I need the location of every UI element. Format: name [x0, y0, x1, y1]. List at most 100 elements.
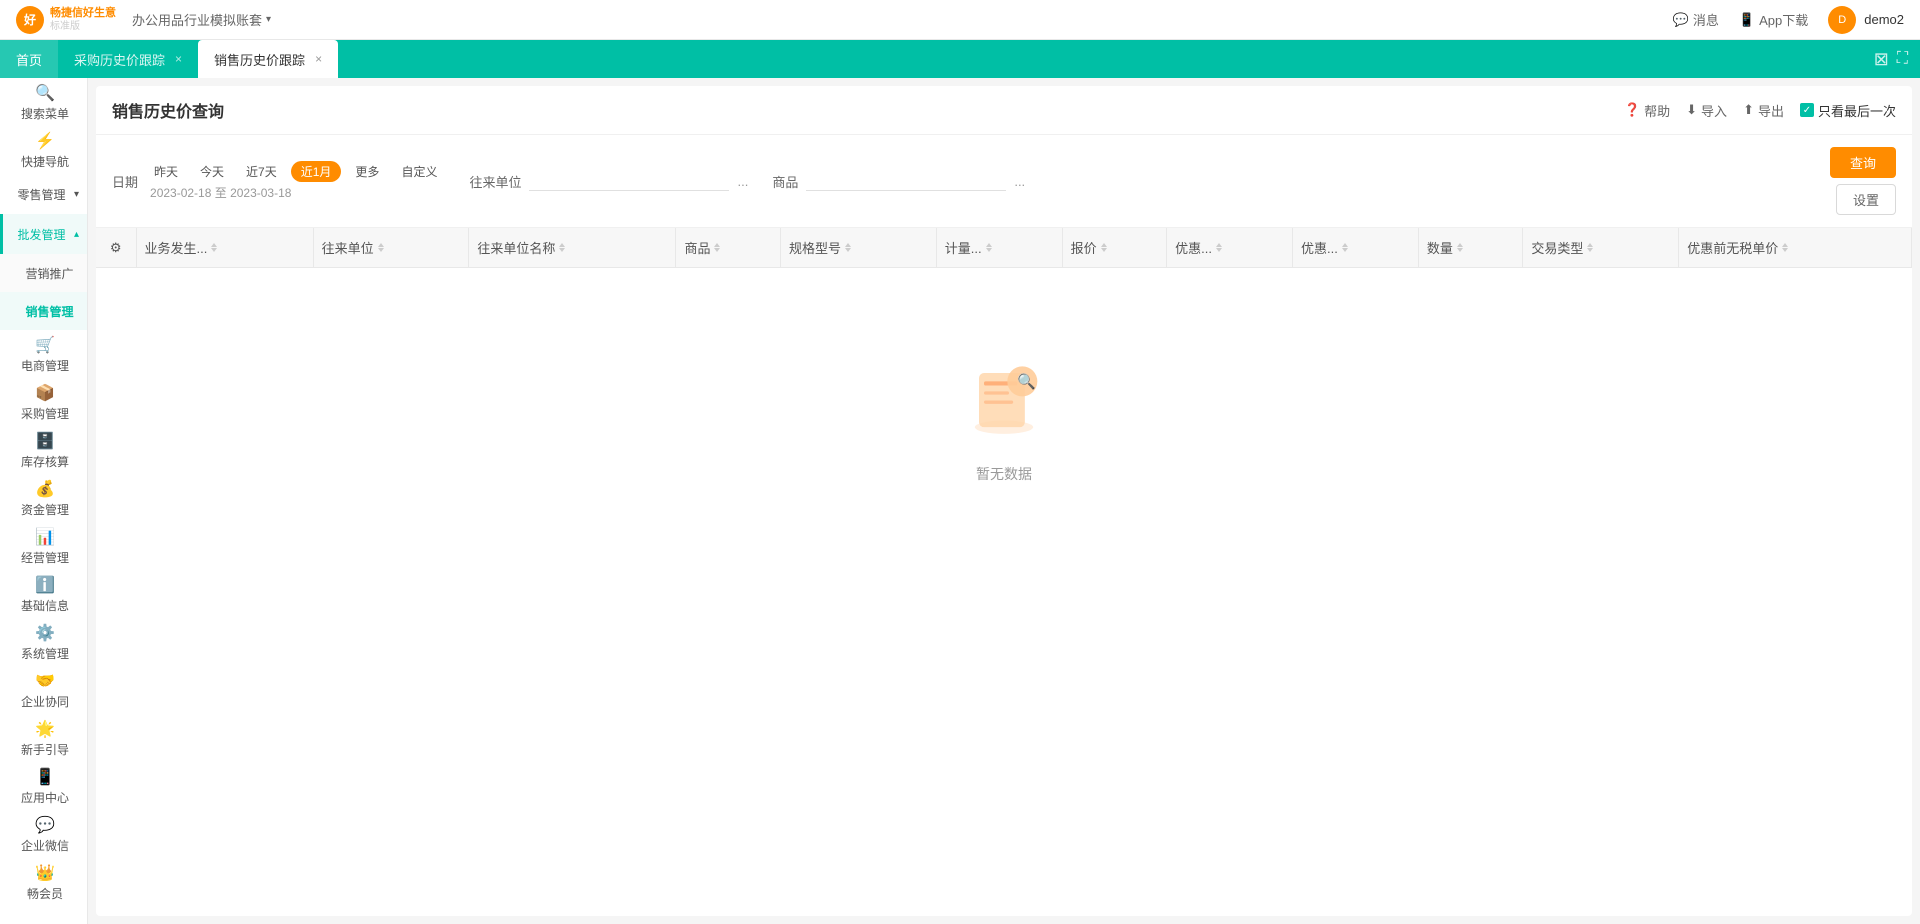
chat-icon: 💬	[1673, 12, 1689, 28]
sidebar-item-purchase-mgmt[interactable]: 📦 采购管理	[0, 378, 87, 426]
sidebar-item-new-guide[interactable]: 🌟 新手引导	[0, 714, 87, 762]
sort-quantity-icon[interactable]	[1457, 243, 1463, 252]
empty-icon: 🔍	[954, 348, 1054, 448]
export-btn[interactable]: ⬆ 导出	[1743, 101, 1784, 120]
table-container: ⚙ 业务发生...	[96, 228, 1912, 916]
date-range: 2023-02-18 至 2023-03-18	[150, 184, 445, 201]
date-btn-last7days[interactable]: 近7天	[238, 161, 285, 182]
sort-pretax-price-icon[interactable]	[1782, 243, 1788, 252]
help-icon: ❓	[1624, 102, 1640, 118]
tab-home[interactable]: 首页	[0, 40, 58, 78]
header-right: 💬 消息 📱 App下载 D demo2	[1673, 6, 1904, 34]
table-col-quantity: 数量	[1418, 228, 1523, 268]
date-filter-buttons: 昨天 今天 近7天 近1月 更多 自定义	[146, 161, 445, 182]
top-header: 好 畅捷信好生意 标准版 办公用品行业模拟账套 ▾ 💬 消息 📱 App下载 D…	[0, 0, 1920, 40]
date-btn-custom[interactable]: 自定义	[393, 161, 445, 182]
sidebar-item-marketing-promo[interactable]: 营销推广	[0, 254, 87, 292]
tab-bar: 首页 采购历史价跟踪 × 销售历史价跟踪 × ⊠ ⛶	[0, 40, 1920, 78]
table-col-counterpart-code: 往来单位	[313, 228, 469, 268]
counterpart-input[interactable]	[529, 171, 729, 191]
sidebar: 🔍 搜索菜单 ⚡ 快捷导航 零售管理 ▾ 批发管理 ▴ 营销推广 销售管理 🛒 …	[0, 78, 88, 924]
wechat-icon: 💬	[35, 815, 55, 835]
sidebar-item-app-center[interactable]: 📱 应用中心	[0, 762, 87, 810]
date-btn-last1month[interactable]: 近1月	[291, 161, 342, 182]
basic-info-icon: ℹ️	[35, 575, 55, 595]
tab-bar-actions: ⊠ ⛶	[1874, 49, 1920, 70]
tab-purchase-history-close[interactable]: ×	[175, 52, 182, 66]
sidebar-item-ecommerce-mgmt[interactable]: 🛒 电商管理	[0, 330, 87, 378]
user-area[interactable]: D demo2	[1828, 6, 1904, 34]
svg-text:🔍: 🔍	[1017, 371, 1036, 390]
quick-nav-icon: ⚡	[35, 131, 55, 151]
counterpart-filter: 往来单位 ...	[469, 171, 748, 191]
help-btn[interactable]: ❓ 帮助	[1624, 101, 1670, 120]
sort-trade-type-icon[interactable]	[1587, 243, 1593, 252]
sort-unit-icon[interactable]	[986, 243, 992, 252]
sidebar-item-ops-mgmt[interactable]: 📊 经营管理	[0, 522, 87, 570]
user-name: demo2	[1864, 12, 1904, 27]
sort-product-icon[interactable]	[714, 243, 720, 252]
sidebar-item-sales-mgmt[interactable]: 销售管理	[0, 292, 87, 330]
import-btn[interactable]: ⬇ 导入	[1686, 101, 1727, 120]
sidebar-item-wholesale-mgmt[interactable]: 批发管理 ▴	[0, 214, 87, 254]
tab-close-all-icon[interactable]: ⊠	[1874, 49, 1889, 70]
tab-sales-history[interactable]: 销售历史价跟踪 ×	[198, 40, 338, 78]
logo-text: 畅捷信好生意 标准版	[50, 6, 116, 33]
product-dots[interactable]: ...	[1014, 174, 1025, 189]
tab-fullscreen-icon[interactable]: ⛶	[1897, 50, 1908, 68]
inventory-icon: 🗄️	[35, 431, 55, 451]
app-icon: 📱	[35, 767, 55, 787]
chat-action[interactable]: 💬 消息	[1673, 10, 1719, 29]
date-btn-yesterday[interactable]: 昨天	[146, 161, 186, 182]
table-header-row: ⚙ 业务发生...	[96, 228, 1912, 268]
sidebar-item-enterprise-wechat[interactable]: 💬 企业微信	[0, 810, 87, 858]
table-col-quote: 报价	[1062, 228, 1167, 268]
guide-icon: 🌟	[35, 719, 55, 739]
chevron-down-icon: ▾	[74, 189, 79, 200]
logo-area: 好 畅捷信好生意 标准版	[16, 6, 116, 34]
date-btn-more[interactable]: 更多	[347, 161, 387, 182]
sort-quote-icon[interactable]	[1101, 243, 1107, 252]
product-input[interactable]	[806, 171, 1006, 191]
sort-biz-date-icon[interactable]	[211, 243, 217, 252]
table-col-settings[interactable]: ⚙	[96, 228, 136, 268]
tab-sales-history-close[interactable]: ×	[315, 52, 322, 66]
sort-counterpart-code-icon[interactable]	[378, 243, 384, 252]
sidebar-item-quick-nav[interactable]: ⚡ 快捷导航	[0, 126, 87, 174]
chevron-down-icon: ▾	[266, 14, 271, 25]
settings-button[interactable]: 设置	[1836, 184, 1896, 215]
only-last-checkbox-label[interactable]: ✓ 只看最后一次	[1800, 101, 1896, 120]
table-col-trade-type: 交易类型	[1523, 228, 1679, 268]
sidebar-item-sys-mgmt[interactable]: ⚙️ 系统管理	[0, 618, 87, 666]
sys-icon: ⚙️	[35, 623, 55, 643]
sort-counterpart-name-icon[interactable]	[559, 243, 565, 252]
product-label: 商品	[772, 172, 798, 191]
sidebar-item-finance-mgmt[interactable]: 💰 资金管理	[0, 474, 87, 522]
sidebar-item-inventory[interactable]: 🗄️ 库存核算	[0, 426, 87, 474]
filter-right-btns: 查询 设置	[1830, 147, 1896, 215]
counterpart-label: 往来单位	[469, 172, 521, 191]
counterpart-dots[interactable]: ...	[737, 174, 748, 189]
sidebar-item-retail-mgmt[interactable]: 零售管理 ▾	[0, 174, 87, 214]
sort-discount2-icon[interactable]	[1342, 243, 1348, 252]
app-download-action[interactable]: 📱 App下载	[1739, 10, 1808, 29]
sidebar-item-search-menu[interactable]: 🔍 搜索菜单	[0, 78, 87, 126]
table-col-pretax-price: 优惠前无税单价	[1679, 228, 1912, 268]
tab-purchase-history[interactable]: 采购历史价跟踪 ×	[58, 40, 198, 78]
table-col-unit: 计量...	[936, 228, 1062, 268]
product-filter: 商品 ...	[772, 171, 1025, 191]
search-icon: 🔍	[35, 83, 55, 103]
date-label: 日期	[112, 172, 138, 191]
empty-state: 🔍 暂无数据	[96, 268, 1912, 564]
sidebar-item-enterprise-collab[interactable]: 🤝 企业协同	[0, 666, 87, 714]
date-btn-today[interactable]: 今天	[192, 161, 232, 182]
sidebar-item-basic-info[interactable]: ℹ️ 基础信息	[0, 570, 87, 618]
empty-text: 暂无数据	[976, 464, 1032, 484]
sidebar-item-vip-member[interactable]: 👑 畅会员	[0, 858, 87, 906]
table-col-discount1: 优惠...	[1167, 228, 1293, 268]
sort-spec-icon[interactable]	[845, 243, 851, 252]
sort-discount1-icon[interactable]	[1216, 243, 1222, 252]
query-button[interactable]: 查询	[1830, 147, 1896, 178]
app-selector[interactable]: 办公用品行业模拟账套 ▾	[124, 6, 279, 33]
table-col-discount2: 优惠...	[1293, 228, 1419, 268]
